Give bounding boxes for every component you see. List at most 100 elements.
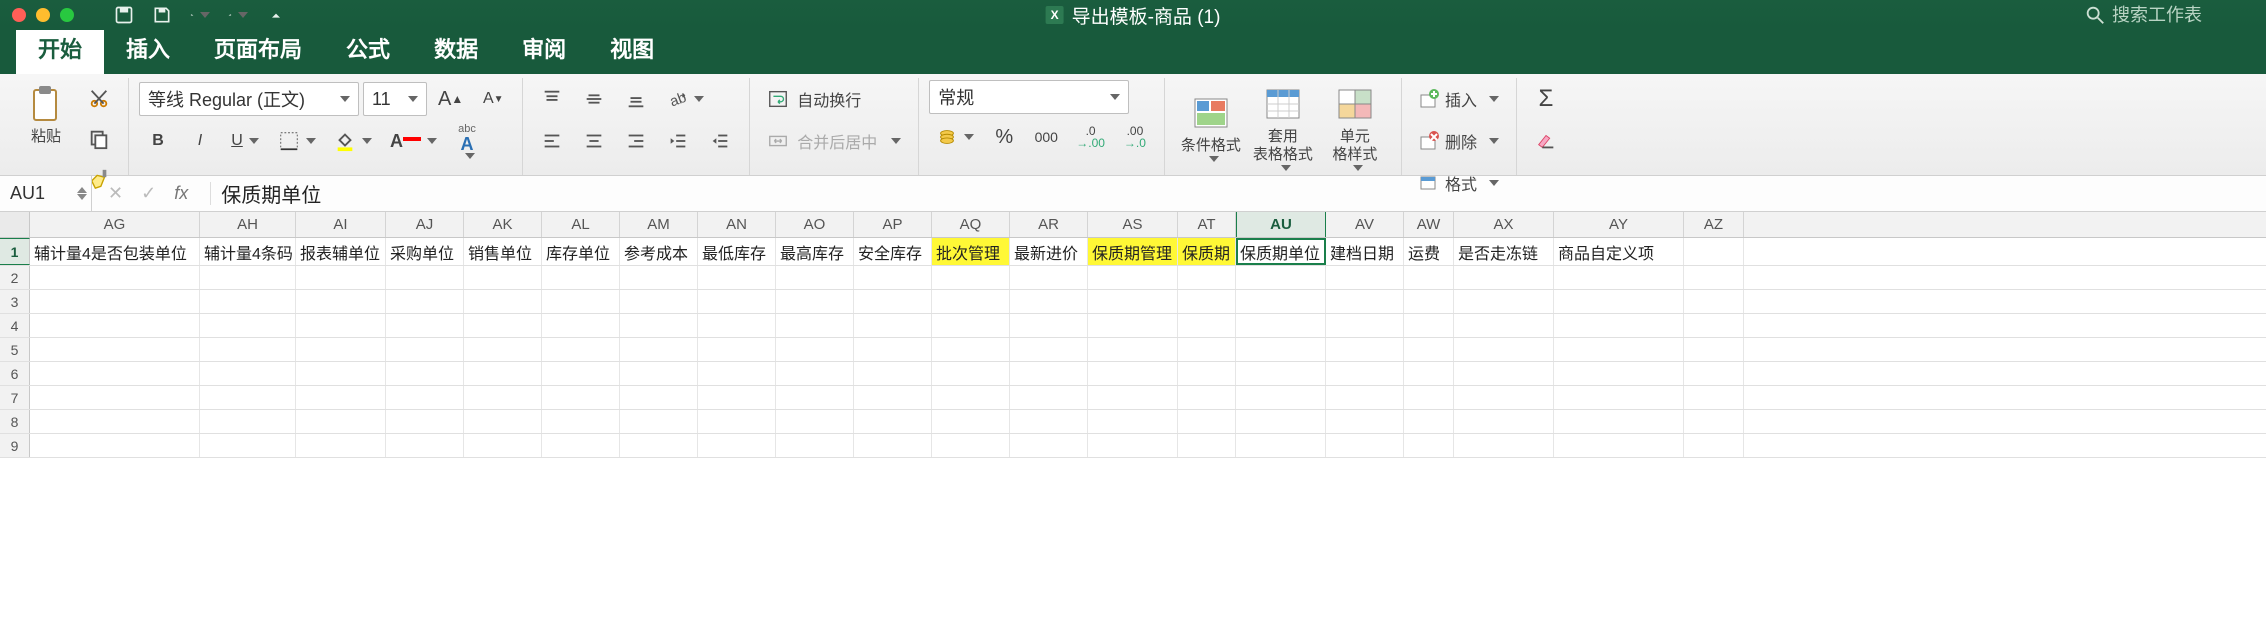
column-header-AU[interactable]: AU: [1236, 212, 1326, 237]
cell-AT9[interactable]: [1178, 434, 1236, 457]
cell-AH6[interactable]: [200, 362, 296, 385]
align-middle-button[interactable]: [575, 80, 613, 118]
cell-AJ5[interactable]: [386, 338, 464, 361]
cell-AO7[interactable]: [776, 386, 854, 409]
cell-AQ2[interactable]: [932, 266, 1010, 289]
cell-AK2[interactable]: [464, 266, 542, 289]
row-header-6[interactable]: 6: [0, 362, 30, 385]
cell-AI7[interactable]: [296, 386, 386, 409]
cell-AG9[interactable]: [30, 434, 200, 457]
number-format-combo[interactable]: 常规: [929, 80, 1129, 114]
cell-AM5[interactable]: [620, 338, 698, 361]
cell-AH7[interactable]: [200, 386, 296, 409]
cell-AW4[interactable]: [1404, 314, 1454, 337]
column-header-AZ[interactable]: AZ: [1684, 212, 1744, 237]
cell-AO9[interactable]: [776, 434, 854, 457]
cell-AR4[interactable]: [1010, 314, 1088, 337]
cell-AI6[interactable]: [296, 362, 386, 385]
cell-AW3[interactable]: [1404, 290, 1454, 313]
currency-button[interactable]: [929, 118, 981, 156]
cell-AH2[interactable]: [200, 266, 296, 289]
cell-AQ5[interactable]: [932, 338, 1010, 361]
cell-AS8[interactable]: [1088, 410, 1178, 433]
cell-AI9[interactable]: [296, 434, 386, 457]
increase-indent-button[interactable]: [701, 122, 739, 160]
cell-AT2[interactable]: [1178, 266, 1236, 289]
cell-AP3[interactable]: [854, 290, 932, 313]
cell-AX7[interactable]: [1454, 386, 1554, 409]
column-header-AX[interactable]: AX: [1454, 212, 1554, 237]
cell-AN2[interactable]: [698, 266, 776, 289]
cell-AZ6[interactable]: [1684, 362, 1744, 385]
increase-font-button[interactable]: A▲: [431, 80, 470, 118]
cell-AY7[interactable]: [1554, 386, 1684, 409]
cell-AR3[interactable]: [1010, 290, 1088, 313]
cell-AT3[interactable]: [1178, 290, 1236, 313]
cell-AV9[interactable]: [1326, 434, 1404, 457]
decrease-indent-button[interactable]: [659, 122, 697, 160]
cell-AQ8[interactable]: [932, 410, 1010, 433]
search-input[interactable]: [2112, 5, 2252, 26]
cell-AT6[interactable]: [1178, 362, 1236, 385]
wrap-text-button[interactable]: 自动换行: [760, 80, 868, 118]
column-header-AW[interactable]: AW: [1404, 212, 1454, 237]
cell-AP8[interactable]: [854, 410, 932, 433]
customize-qat-icon[interactable]: [266, 5, 286, 25]
cell-AH1[interactable]: 辅计量4条码: [200, 238, 296, 265]
cell-AY6[interactable]: [1554, 362, 1684, 385]
cell-AW8[interactable]: [1404, 410, 1454, 433]
bold-button[interactable]: B: [139, 122, 177, 160]
cell-AL4[interactable]: [542, 314, 620, 337]
cell-AZ3[interactable]: [1684, 290, 1744, 313]
cell-AM7[interactable]: [620, 386, 698, 409]
cell-AN9[interactable]: [698, 434, 776, 457]
conditional-format-button[interactable]: 条件格式: [1175, 80, 1247, 173]
save-icon[interactable]: [152, 5, 172, 25]
underline-button[interactable]: U: [223, 122, 267, 160]
align-center-button[interactable]: [575, 122, 613, 160]
orientation-button[interactable]: ab: [659, 80, 711, 118]
fill-color-button[interactable]: [327, 122, 379, 160]
increase-decimal-button[interactable]: .0→.00: [1069, 118, 1112, 156]
cell-AV5[interactable]: [1326, 338, 1404, 361]
cell-AZ4[interactable]: [1684, 314, 1744, 337]
cell-AM9[interactable]: [620, 434, 698, 457]
cell-AJ1[interactable]: 采购单位: [386, 238, 464, 265]
maximize-window-icon[interactable]: [60, 8, 74, 22]
cell-AX3[interactable]: [1454, 290, 1554, 313]
cancel-formula-icon[interactable]: ✕: [108, 183, 123, 204]
cell-AQ4[interactable]: [932, 314, 1010, 337]
cell-AI4[interactable]: [296, 314, 386, 337]
copy-button[interactable]: [80, 120, 118, 158]
redo-button[interactable]: [228, 5, 248, 25]
column-header-AJ[interactable]: AJ: [386, 212, 464, 237]
row-header-5[interactable]: 5: [0, 338, 30, 361]
cell-AS9[interactable]: [1088, 434, 1178, 457]
cell-AL7[interactable]: [542, 386, 620, 409]
cell-AX9[interactable]: [1454, 434, 1554, 457]
cell-AZ2[interactable]: [1684, 266, 1744, 289]
cell-AT7[interactable]: [1178, 386, 1236, 409]
cell-AL5[interactable]: [542, 338, 620, 361]
decrease-decimal-button[interactable]: .00→.0: [1116, 118, 1154, 156]
cell-AM3[interactable]: [620, 290, 698, 313]
cell-AL6[interactable]: [542, 362, 620, 385]
cell-AI3[interactable]: [296, 290, 386, 313]
cell-AS4[interactable]: [1088, 314, 1178, 337]
column-header-AH[interactable]: AH: [200, 212, 296, 237]
cell-AX2[interactable]: [1454, 266, 1554, 289]
column-header-AT[interactable]: AT: [1178, 212, 1236, 237]
cell-AX4[interactable]: [1454, 314, 1554, 337]
column-header-AP[interactable]: AP: [854, 212, 932, 237]
cell-AU9[interactable]: [1236, 434, 1326, 457]
font-name-combo[interactable]: 等线 Regular (正文): [139, 82, 359, 116]
cell-AK4[interactable]: [464, 314, 542, 337]
search-box[interactable]: [2084, 4, 2252, 26]
accept-formula-icon[interactable]: ✓: [141, 183, 156, 204]
column-header-AY[interactable]: AY: [1554, 212, 1684, 237]
cell-AR9[interactable]: [1010, 434, 1088, 457]
cell-AW2[interactable]: [1404, 266, 1454, 289]
cell-AR6[interactable]: [1010, 362, 1088, 385]
align-right-button[interactable]: [617, 122, 655, 160]
cell-AN1[interactable]: 最低库存: [698, 238, 776, 265]
